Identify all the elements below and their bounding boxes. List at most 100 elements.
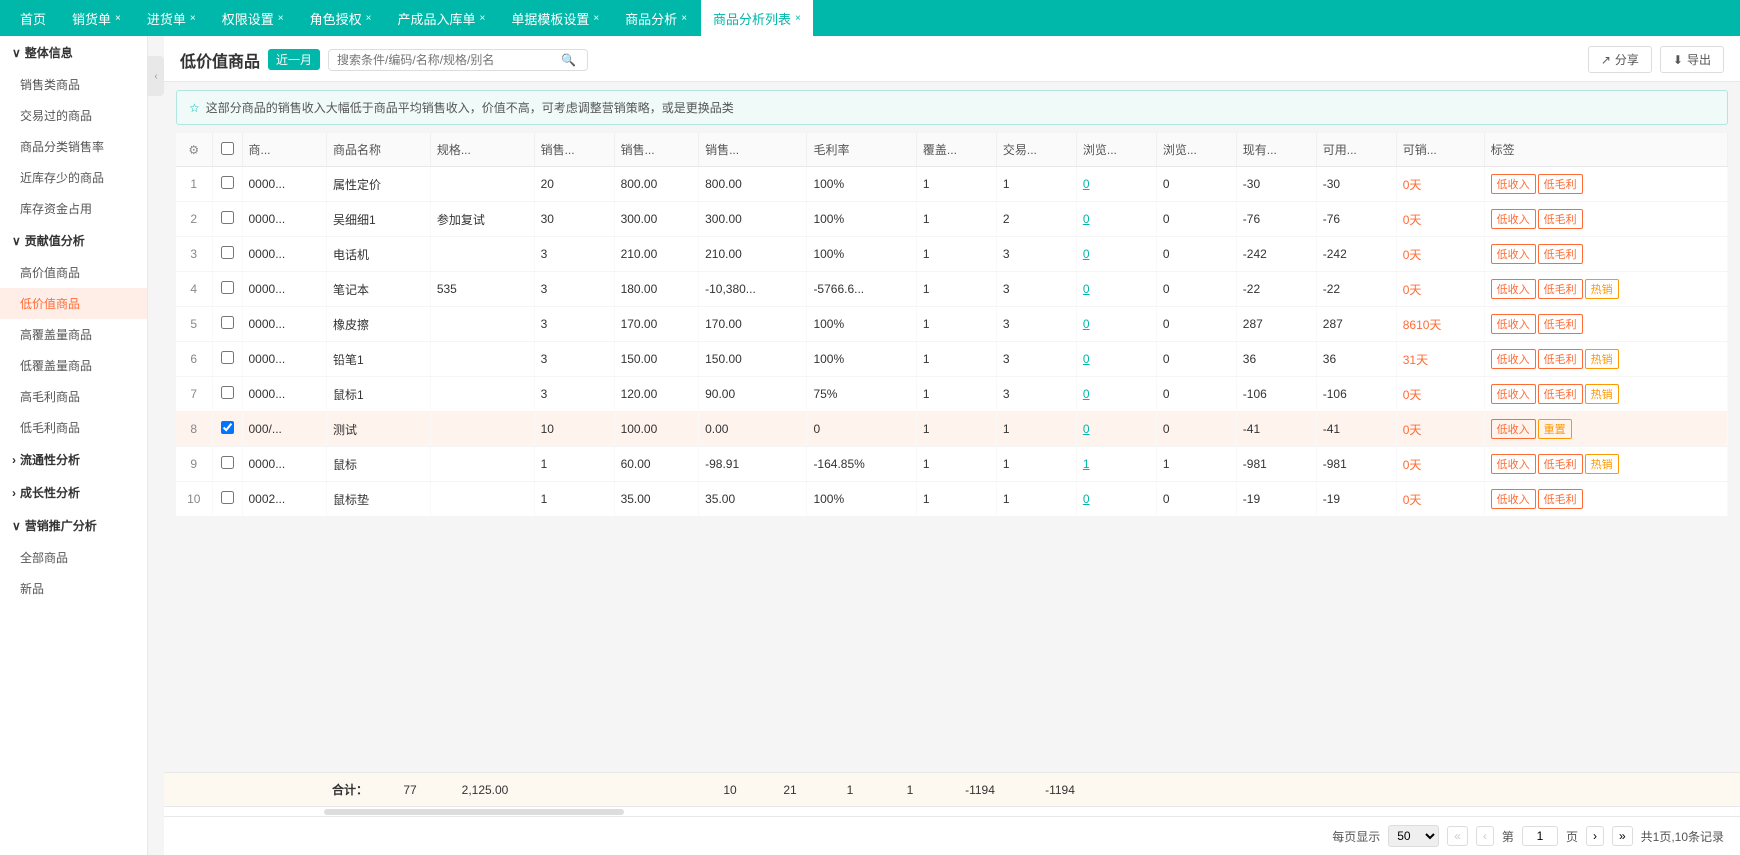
col-trade[interactable]: 交易... [996,133,1076,167]
sidebar-item-traded-goods[interactable]: 交易过的商品 [0,100,147,131]
share-button[interactable]: ↗ 分享 [1588,46,1652,73]
sidebar-group-overall[interactable]: ∨ 整体信息 [0,36,147,69]
row-checkbox[interactable] [221,421,234,434]
row-browse1[interactable]: 0 [1076,342,1156,377]
prev-page-button[interactable]: ‹ [1476,826,1494,846]
row-checkbox-cell[interactable] [212,167,242,202]
select-all-checkbox[interactable] [221,142,234,155]
browse-link[interactable]: 0 [1083,492,1090,506]
close-icon[interactable]: × [681,13,687,24]
col-available[interactable]: 可用... [1316,133,1396,167]
sidebar-item-low-value[interactable]: 低价值商品 [0,288,147,319]
browse-link[interactable]: 0 [1083,352,1090,366]
col-sale2[interactable]: 销售... [614,133,699,167]
row-checkbox-cell[interactable] [212,272,242,307]
sidebar-item-all-goods[interactable]: 全部商品 [0,542,147,573]
close-icon[interactable]: × [278,13,284,24]
close-icon[interactable]: × [115,13,121,24]
col-sale1[interactable]: 销售... [534,133,614,167]
sidebar-item-category-rate[interactable]: 商品分类销售率 [0,131,147,162]
close-icon[interactable]: × [795,13,801,24]
row-checkbox-cell[interactable] [212,237,242,272]
row-browse1[interactable]: 0 [1076,237,1156,272]
row-browse1[interactable]: 1 [1076,447,1156,482]
col-tags[interactable]: 标签 [1484,133,1727,167]
sidebar-group-contribution[interactable]: ∨ 贡献值分析 [0,224,147,257]
row-browse1[interactable]: 0 [1076,272,1156,307]
row-checkbox[interactable] [221,176,234,189]
close-icon[interactable]: × [479,13,485,24]
sidebar-item-high-coverage[interactable]: 高覆盖量商品 [0,319,147,350]
row-browse1[interactable]: 0 [1076,482,1156,517]
row-checkbox[interactable] [221,456,234,469]
row-browse1[interactable]: 0 [1076,307,1156,342]
col-browse2[interactable]: 浏览... [1156,133,1236,167]
browse-link[interactable]: 0 [1083,317,1090,331]
next-page-button[interactable]: › [1586,826,1604,846]
row-checkbox[interactable] [221,246,234,259]
close-icon[interactable]: × [190,13,196,24]
row-checkbox[interactable] [221,491,234,504]
row-checkbox[interactable] [221,316,234,329]
col-margin[interactable]: 毛利率 [807,133,916,167]
close-icon[interactable]: × [593,13,599,24]
search-input[interactable] [337,53,557,67]
col-code[interactable]: 商... [242,133,327,167]
search-icon[interactable]: 🔍 [561,53,576,67]
sidebar-item-sales-goods[interactable]: 销售类商品 [0,69,147,100]
row-checkbox-cell[interactable] [212,307,242,342]
row-browse1[interactable]: 0 [1076,412,1156,447]
browse-link[interactable]: 0 [1083,212,1090,226]
browse-link[interactable]: 0 [1083,247,1090,261]
row-checkbox-cell[interactable] [212,377,242,412]
row-checkbox[interactable] [221,211,234,224]
browse-link[interactable]: 0 [1083,387,1090,401]
nav-item-sales[interactable]: 销货单 × [60,0,133,36]
time-tag-button[interactable]: 近一月 [268,49,320,70]
row-checkbox[interactable] [221,281,234,294]
col-settings[interactable]: ⚙ [176,133,212,167]
nav-item-analysis-list[interactable]: 商品分析列表 × [701,0,813,36]
browse-link[interactable]: 0 [1083,177,1090,191]
sidebar-item-low-coverage[interactable]: 低覆盖量商品 [0,350,147,381]
sidebar-item-stock-capital[interactable]: 库存资金占用 [0,193,147,224]
browse-link[interactable]: 0 [1083,282,1090,296]
sidebar-group-flow[interactable]: › 流通性分析 [0,443,147,476]
sidebar-item-new-goods[interactable]: 新品 [0,573,147,604]
sidebar-group-growth[interactable]: › 成长性分析 [0,476,147,509]
last-page-button[interactable]: » [1612,826,1633,846]
page-number-input[interactable] [1522,826,1558,846]
sidebar-item-high-margin[interactable]: 高毛利商品 [0,381,147,412]
sidebar-collapse-button[interactable]: ‹ [148,56,164,96]
browse-link[interactable]: 1 [1083,457,1090,471]
page-size-select[interactable]: 50 100 [1388,825,1439,847]
table-container[interactable]: ⚙ 商... 商品名称 规格... 销售... 销售... 销售... 毛利率 … [164,133,1740,772]
nav-item-home[interactable]: 首页 [8,0,58,36]
export-button[interactable]: ⬇ 导出 [1660,46,1724,73]
nav-item-permission[interactable]: 权限设置 × [210,0,296,36]
settings-icon[interactable]: ⚙ [188,143,199,157]
close-icon[interactable]: × [366,13,372,24]
nav-item-product[interactable]: 产成品入库单 × [385,0,497,36]
row-browse1[interactable]: 0 [1076,377,1156,412]
col-sale3[interactable]: 销售... [699,133,807,167]
row-checkbox-cell[interactable] [212,412,242,447]
sidebar-item-high-value[interactable]: 高价值商品 [0,257,147,288]
row-browse1[interactable]: 0 [1076,202,1156,237]
row-checkbox-cell[interactable] [212,447,242,482]
col-current[interactable]: 现有... [1236,133,1316,167]
row-browse1[interactable]: 0 [1076,167,1156,202]
col-name[interactable]: 商品名称 [327,133,431,167]
nav-item-analysis[interactable]: 商品分析 × [613,0,699,36]
col-check[interactable] [212,133,242,167]
first-page-button[interactable]: « [1447,826,1468,846]
row-checkbox-cell[interactable] [212,202,242,237]
sidebar-item-low-stock[interactable]: 近库存少的商品 [0,162,147,193]
col-cover[interactable]: 覆盖... [916,133,996,167]
col-sellable[interactable]: 可销... [1396,133,1484,167]
sidebar-group-marketing[interactable]: ∨ 营销推广分析 [0,509,147,542]
row-checkbox[interactable] [221,351,234,364]
browse-link[interactable]: 0 [1083,422,1090,436]
col-browse1[interactable]: 浏览... [1076,133,1156,167]
nav-item-template[interactable]: 单据模板设置 × [499,0,611,36]
